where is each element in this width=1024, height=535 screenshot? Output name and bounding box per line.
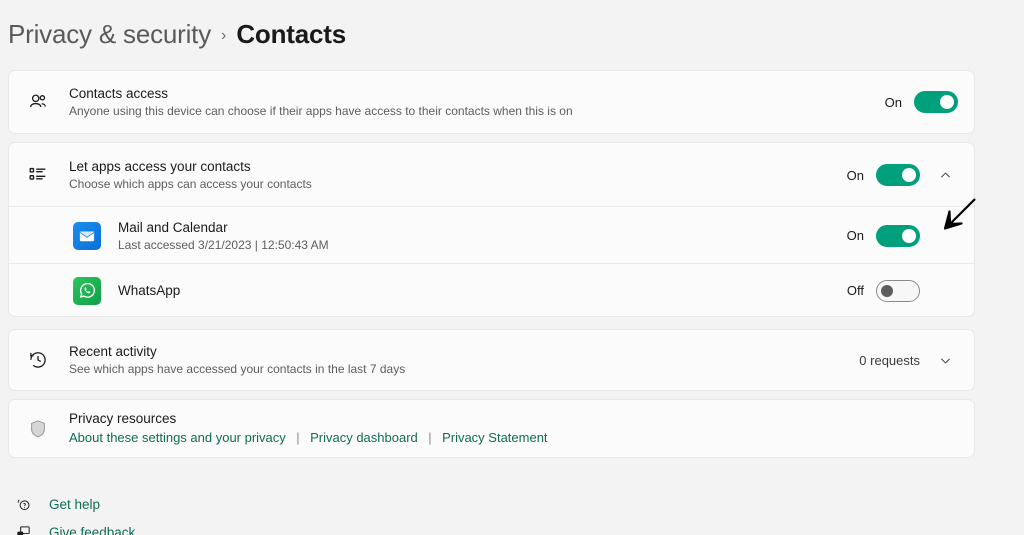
contacts-access-subtitle: Anyone using this device can choose if t… [69,104,573,118]
give-feedback-link[interactable]: Give feedback [8,518,408,535]
contacts-access-title: Contacts access [69,86,169,101]
let-apps-access-row[interactable]: Let apps access your contacts Choose whi… [9,143,974,207]
contacts-access-toggle[interactable] [914,91,958,113]
privacy-resources-text: Privacy resources About these settings a… [61,410,958,447]
app-controls-mail-and-calendar: On [846,224,958,247]
app-toggle-whatsapp[interactable] [876,279,920,302]
link-separator: | [296,430,300,445]
chevron-right-icon: › [221,26,227,44]
let-apps-access-subtitle: Choose which apps can access your contac… [69,177,312,191]
shield-icon [27,418,61,440]
get-help-icon [13,494,33,514]
whatsapp-icon [73,276,101,305]
app-row-mail-and-calendar: Mail and Calendar Last accessed 3/21/202… [9,207,974,264]
recent-activity-controls: 0 requests [859,347,958,373]
contacts-people-icon [27,91,61,113]
footer-links: Get help Give feedback [8,490,408,535]
app-text-mail-and-calendar: Mail and Calendar Last accessed 3/21/202… [101,219,847,253]
chevron-down-icon[interactable] [932,347,958,373]
privacy-resources-row: Privacy resources About these settings a… [9,400,974,457]
link-about-these-settings[interactable]: About these settings and your privacy [69,430,286,445]
contacts-access-text: Contacts access Anyone using this device… [61,85,885,119]
app-row-whatsapp: WhatsApp Off [9,264,974,316]
give-feedback-label: Give feedback [49,524,136,535]
app-text-whatsapp: WhatsApp [101,282,847,299]
breadcrumb-parent-link[interactable]: Privacy & security [8,19,211,50]
give-feedback-icon [13,522,33,535]
let-apps-access-header: Let apps access your contacts Choose whi… [9,143,974,207]
breadcrumb: Privacy & security › Contacts [8,14,346,54]
app-name: Mail and Calendar [118,219,228,235]
privacy-resources-card: Privacy resources About these settings a… [8,399,975,458]
toggle-knob [902,168,916,182]
toggle-knob [902,228,916,243]
list-icon [27,164,61,186]
toggle-knob [881,284,893,297]
page-title: Contacts [236,18,346,49]
app-state-label: Off [846,283,864,298]
recent-activity-card[interactable]: Recent activity See which apps have acce… [8,329,975,391]
app-row-content: WhatsApp Off [9,264,974,316]
privacy-resources-links: About these settings and your privacy | … [69,429,958,447]
contacts-access-controls: On [885,91,958,113]
recent-activity-text: Recent activity See which apps have acce… [61,343,859,377]
app-controls-whatsapp: Off [846,279,958,302]
link-privacy-statement[interactable]: Privacy Statement [442,430,548,445]
chevron-up-icon[interactable] [932,162,958,188]
let-apps-access-card: Let apps access your contacts Choose whi… [8,142,975,317]
toggle-knob [940,95,954,109]
mail-calendar-icon [73,221,101,250]
link-privacy-dashboard[interactable]: Privacy dashboard [310,430,418,445]
get-help-link[interactable]: Get help [8,490,408,518]
app-toggle-mail-and-calendar[interactable] [876,224,920,247]
contacts-access-row: Contacts access Anyone using this device… [9,71,974,133]
link-separator: | [428,430,432,445]
let-apps-access-title: Let apps access your contacts [69,159,251,174]
app-state-label: On [846,228,864,243]
contacts-access-card: Contacts access Anyone using this device… [8,70,975,134]
recent-activity-title: Recent activity [69,344,157,359]
recent-activity-row: Recent activity See which apps have acce… [9,330,974,390]
let-apps-access-state-label: On [846,167,864,183]
app-last-accessed: Last accessed 3/21/2023 | 12:50:43 AM [118,237,329,252]
recent-activity-subtitle: See which apps have accessed your contac… [69,362,406,376]
let-apps-access-toggle[interactable] [876,164,920,186]
contacts-access-state-label: On [884,94,902,110]
settings-page: Privacy & security › Contacts Contacts a… [0,0,1024,535]
let-apps-access-controls: On [847,162,958,188]
privacy-resources-title: Privacy resources [69,411,177,426]
app-row-content: Mail and Calendar Last accessed 3/21/202… [9,207,974,264]
let-apps-access-text: Let apps access your contacts Choose whi… [61,158,847,192]
history-clock-icon [27,349,61,371]
recent-activity-requests-count: 0 requests [859,352,920,368]
app-name: WhatsApp [118,283,181,298]
get-help-label: Get help [49,496,101,512]
